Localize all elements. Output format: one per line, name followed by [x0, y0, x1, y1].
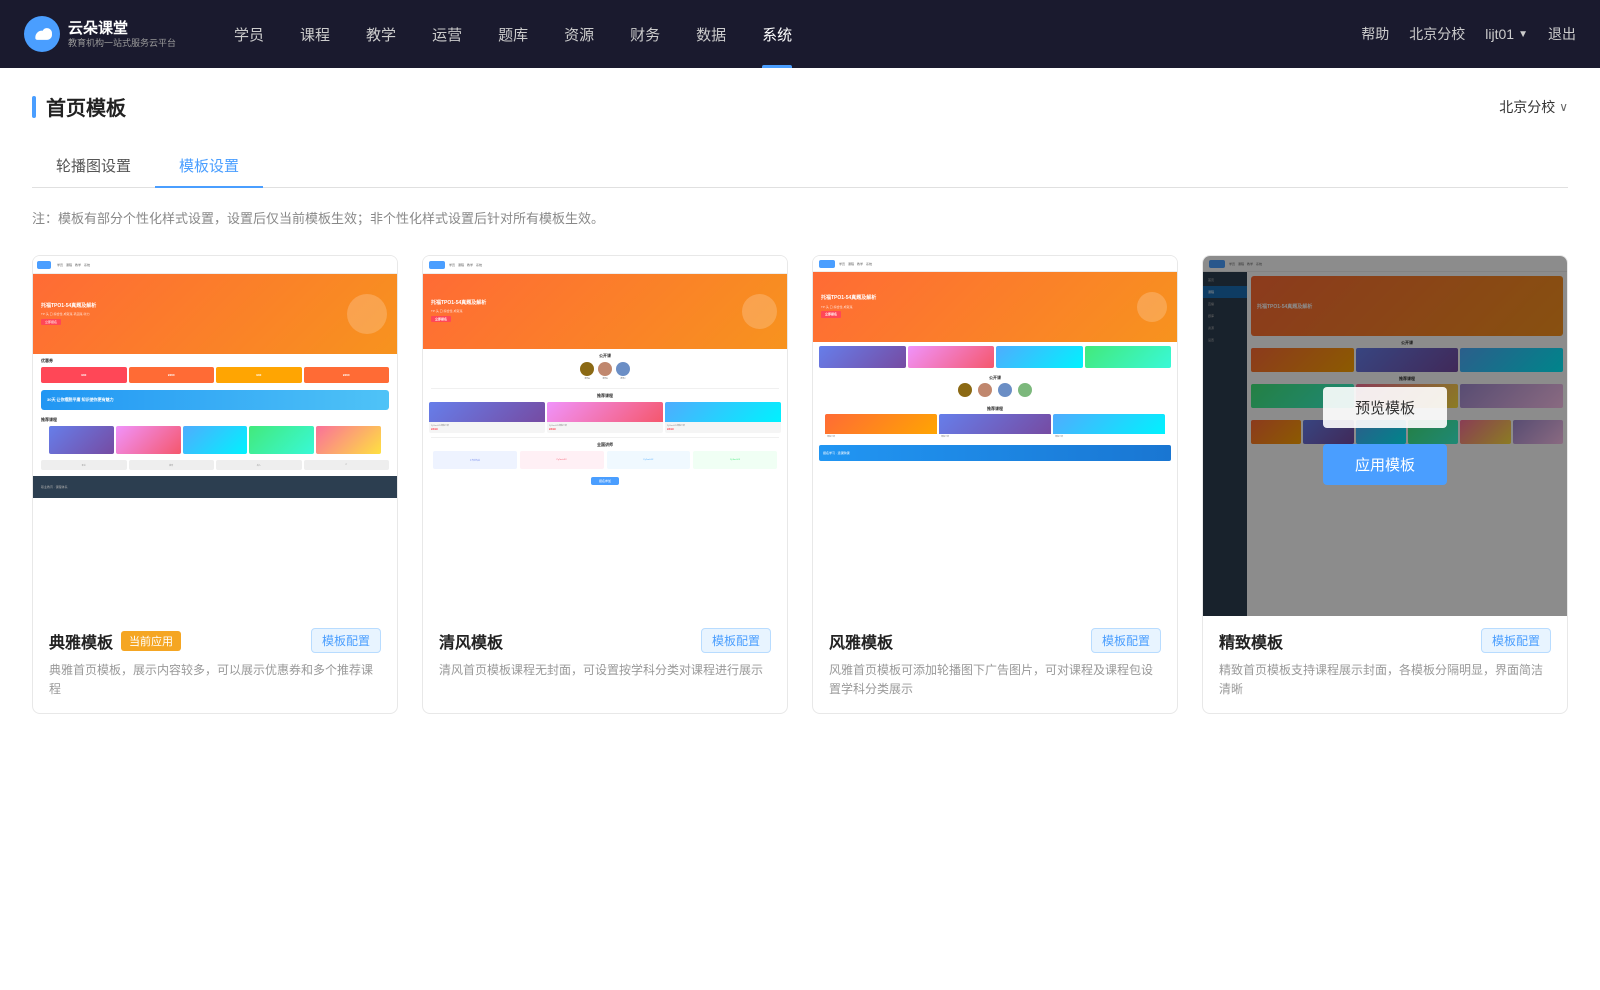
branch-link[interactable]: 北京分校	[1409, 24, 1465, 44]
dropdown-arrow-icon: ▼	[1518, 29, 1528, 40]
navbar: 云朵课堂 教育机构一站式服务云平台 学员 课程 教学 运营 题库 资源 财务 数…	[0, 0, 1600, 68]
badge-config-2[interactable]: 模板配置	[701, 628, 771, 653]
page-content: 首页模板 北京分校 ∨ 轮播图设置 模板设置 注：模板有部分个性化样式设置，设置…	[0, 68, 1600, 990]
navbar-right: 帮助 北京分校 lijt01 ▼ 退出	[1361, 24, 1576, 44]
template-preview-2[interactable]: 学员课程教学系统 托福TPO1-54真题及解析 TP·头 口·综合性·成就某 立…	[423, 256, 787, 616]
logout-link[interactable]: 退出	[1548, 24, 1576, 44]
username-label: lijt01	[1485, 26, 1514, 42]
template-footer-4: 精致模板 模板配置 精致首页模板支持课程展示封面，各模板分隔明显，界面简洁清晰	[1203, 616, 1567, 713]
nav-finance[interactable]: 财务	[612, 0, 678, 68]
nav-resources[interactable]: 资源	[546, 0, 612, 68]
template-name-row-4: 精致模板 模板配置	[1219, 628, 1551, 653]
template-name-4: 精致模板	[1219, 629, 1283, 653]
template-desc-3: 风雅首页模板可添加轮播图下广告图片，可对课程及课程包设置学科分类展示	[829, 661, 1161, 699]
note-text: 注：模板有部分个性化样式设置，设置后仅当前模板生效；非个性化样式设置后针对所有模…	[32, 208, 1568, 227]
tab-template[interactable]: 模板设置	[155, 145, 263, 188]
template-card-1: 学员 课程 教学 系统 托福TPO1-54真题及解析 TP·头 口·综合性·成就…	[32, 255, 398, 714]
template-name-row-2: 清风模板 模板配置	[439, 628, 771, 653]
tabs-wrapper: 轮播图设置 模板设置	[32, 145, 1568, 188]
main-nav: 学员 课程 教学 运营 题库 资源 财务 数据 系统	[216, 0, 1361, 68]
template-card-3: 学员课程教学系统 托福TPO1-54真题及解析 TP·头 口·综合性·成就某 立…	[812, 255, 1178, 714]
mock-site-1: 学员 课程 教学 系统 托福TPO1-54真题及解析 TP·头 口·综合性·成就…	[33, 256, 397, 616]
mock-site-2: 学员课程教学系统 托福TPO1-54真题及解析 TP·头 口·综合性·成就某 立…	[423, 256, 787, 616]
logo-icon	[24, 16, 60, 52]
nav-question-bank[interactable]: 题库	[480, 0, 546, 68]
page-header: 首页模板 北京分校 ∨	[32, 92, 1568, 121]
badge-current-1: 当前应用	[121, 631, 181, 651]
nav-teaching[interactable]: 教学	[348, 0, 414, 68]
template-overlay-4: 预览模板 应用模板	[1203, 256, 1567, 616]
nav-students[interactable]: 学员	[216, 0, 282, 68]
branch-label: 北京分校	[1499, 97, 1555, 117]
page-title-bar	[32, 96, 36, 118]
template-footer-2: 清风模板 模板配置 清风首页模板课程无封面，可设置按学科分类对课程进行展示	[423, 616, 787, 694]
page-title-wrapper: 首页模板	[32, 92, 126, 121]
template-preview-4[interactable]: 学员课程教学系统 首页 课程 直播 题库 资源 设置	[1203, 256, 1567, 616]
template-name-1: 典雅模板	[49, 629, 113, 653]
branch-selector[interactable]: 北京分校 ∨	[1499, 97, 1568, 117]
app-logo[interactable]: 云朵课堂 教育机构一站式服务云平台	[24, 16, 176, 52]
template-preview-1[interactable]: 学员 课程 教学 系统 托福TPO1-54真题及解析 TP·头 口·综合性·成就…	[33, 256, 397, 616]
nav-courses[interactable]: 课程	[282, 0, 348, 68]
templates-grid: 学员 课程 教学 系统 托福TPO1-54真题及解析 TP·头 口·综合性·成就…	[32, 255, 1568, 714]
mock-site-3: 学员课程教学系统 托福TPO1-54真题及解析 TP·头 口·综合性·成就某 立…	[813, 256, 1177, 616]
badge-config-3[interactable]: 模板配置	[1091, 628, 1161, 653]
badge-config-1[interactable]: 模板配置	[311, 628, 381, 653]
overlay-preview-btn[interactable]: 预览模板	[1323, 387, 1447, 428]
template-desc-2: 清风首页模板课程无封面，可设置按学科分类对课程进行展示	[439, 661, 771, 680]
logo-text: 云朵课堂 教育机构一站式服务云平台	[68, 20, 176, 49]
help-link[interactable]: 帮助	[1361, 24, 1389, 44]
template-name-3: 风雅模板	[829, 629, 893, 653]
badge-config-4[interactable]: 模板配置	[1481, 628, 1551, 653]
nav-system[interactable]: 系统	[744, 0, 810, 68]
overlay-apply-btn[interactable]: 应用模板	[1323, 444, 1447, 485]
template-desc-1: 典雅首页模板，展示内容较多，可以展示优惠券和多个推荐课程	[49, 661, 381, 699]
template-footer-1: 典雅模板 当前应用 模板配置 典雅首页模板，展示内容较多，可以展示优惠券和多个推…	[33, 616, 397, 713]
template-preview-3[interactable]: 学员课程教学系统 托福TPO1-54真题及解析 TP·头 口·综合性·成就某 立…	[813, 256, 1177, 616]
template-name-row-1: 典雅模板 当前应用 模板配置	[49, 628, 381, 653]
template-card-4: 学员课程教学系统 首页 课程 直播 题库 资源 设置	[1202, 255, 1568, 714]
chevron-down-icon: ∨	[1559, 100, 1568, 114]
nav-data[interactable]: 数据	[678, 0, 744, 68]
template-name-row-3: 风雅模板 模板配置	[829, 628, 1161, 653]
template-desc-4: 精致首页模板支持课程展示封面，各模板分隔明显，界面简洁清晰	[1219, 661, 1551, 699]
user-dropdown[interactable]: lijt01 ▼	[1485, 26, 1528, 42]
tab-carousel[interactable]: 轮播图设置	[32, 145, 155, 188]
template-card-2: 学员课程教学系统 托福TPO1-54真题及解析 TP·头 口·综合性·成就某 立…	[422, 255, 788, 714]
page-title: 首页模板	[46, 92, 126, 121]
template-name-2: 清风模板	[439, 629, 503, 653]
nav-operations[interactable]: 运营	[414, 0, 480, 68]
template-footer-3: 风雅模板 模板配置 风雅首页模板可添加轮播图下广告图片，可对课程及课程包设置学科…	[813, 616, 1177, 713]
